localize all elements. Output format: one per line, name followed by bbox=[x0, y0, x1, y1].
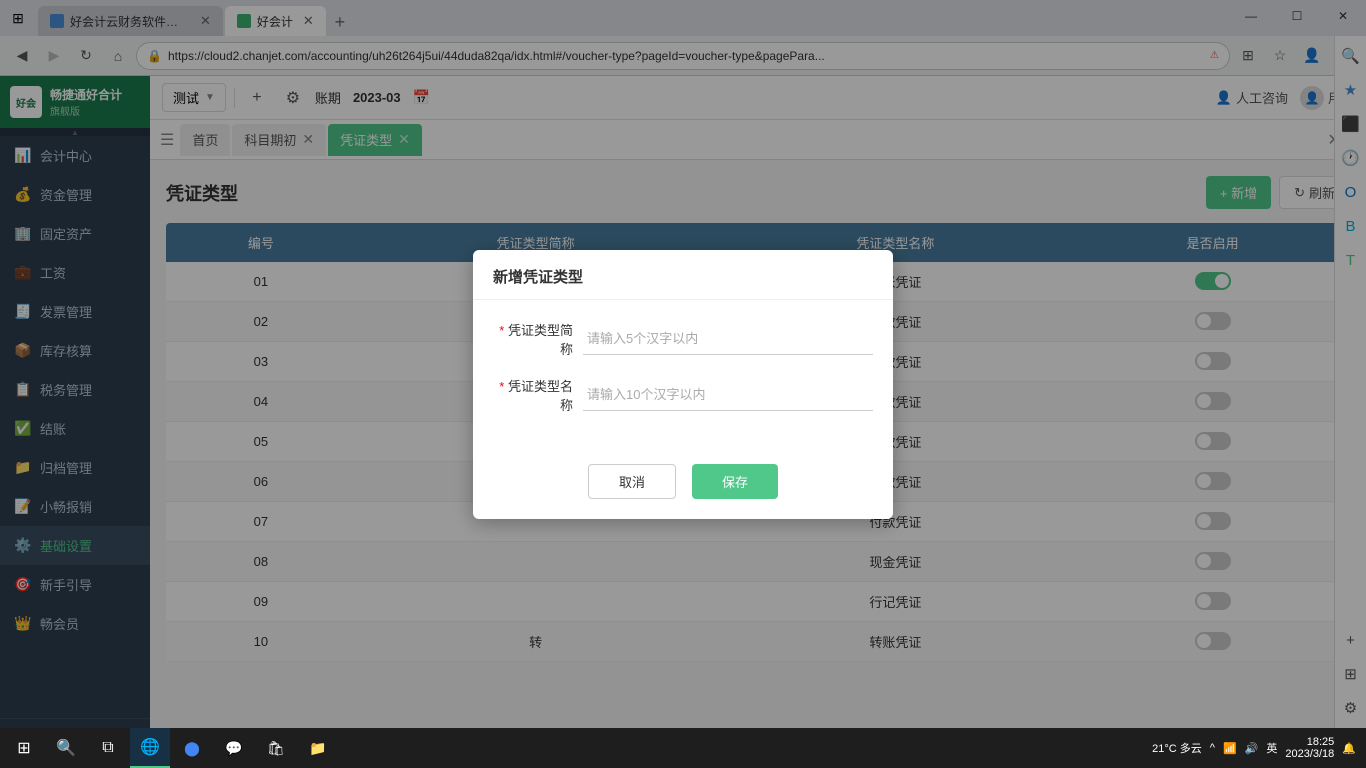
taskbar-left: ⊞ 🔍 ⧉ 🌐 ⬤ 💬 🛍 📁 bbox=[0, 728, 342, 768]
modal-footer: 取消 保存 bbox=[473, 452, 893, 519]
wechat-icon: 💬 bbox=[225, 740, 242, 757]
taskbar-arrow-icon: ^ bbox=[1210, 742, 1215, 754]
modal-overlay: 新增凭证类型 * 凭证类型简称 * 凭证类型名称 bbox=[0, 0, 1366, 768]
taskbar-date: 2023/3/18 bbox=[1285, 748, 1334, 760]
taskbar-weather: 21°C 多云 bbox=[1152, 740, 1202, 756]
required-mark-1: * bbox=[499, 323, 504, 338]
taskbar-app-edge[interactable]: 🌐 bbox=[130, 728, 170, 768]
save-button[interactable]: 保存 bbox=[692, 464, 778, 499]
taskbar-time-block[interactable]: 18:25 2023/3/18 bbox=[1285, 736, 1334, 760]
task-view-btn[interactable]: ⧉ bbox=[88, 728, 128, 768]
taskbar-files-icon[interactable]: 📁 bbox=[298, 728, 338, 768]
short-name-input[interactable] bbox=[583, 323, 873, 355]
full-name-label: * 凭证类型名称 bbox=[493, 376, 583, 414]
taskbar-chrome-icon[interactable]: ⬤ bbox=[172, 728, 212, 768]
taskbar-volume-icon: 🔊 bbox=[1245, 742, 1259, 755]
add-voucher-modal: 新增凭证类型 * 凭证类型简称 * 凭证类型名称 bbox=[473, 250, 893, 519]
short-name-label: * 凭证类型简称 bbox=[493, 320, 583, 358]
edge-icon: 🌐 bbox=[140, 737, 160, 757]
modal-body: * 凭证类型简称 * 凭证类型名称 bbox=[473, 300, 893, 452]
search-btn[interactable]: 🔍 bbox=[46, 728, 86, 768]
taskbar-notification-icon: 🔔 bbox=[1342, 742, 1356, 755]
chrome-icon: ⬤ bbox=[184, 740, 200, 757]
required-mark-2: * bbox=[499, 379, 504, 394]
files-icon: 📁 bbox=[309, 740, 326, 757]
store-icon: 🛍 bbox=[267, 740, 285, 757]
taskbar-wifi-icon: 📶 bbox=[1223, 742, 1237, 755]
start-btn[interactable]: ⊞ bbox=[4, 728, 44, 768]
short-name-row: * 凭证类型简称 bbox=[493, 320, 873, 358]
taskbar-wechat-icon[interactable]: 💬 bbox=[214, 728, 254, 768]
cancel-button[interactable]: 取消 bbox=[588, 464, 676, 499]
modal-title: 新增凭证类型 bbox=[473, 250, 893, 300]
taskbar: ⊞ 🔍 ⧉ 🌐 ⬤ 💬 🛍 📁 21°C 多云 ^ 📶 🔊 英 bbox=[0, 728, 1366, 768]
full-name-input[interactable] bbox=[583, 379, 873, 411]
taskbar-clock: 18:25 bbox=[1285, 736, 1334, 748]
taskbar-lang: 英 bbox=[1266, 740, 1277, 756]
taskbar-right: 21°C 多云 ^ 📶 🔊 英 18:25 2023/3/18 🔔 bbox=[1142, 736, 1366, 760]
taskbar-store-icon[interactable]: 🛍 bbox=[256, 728, 296, 768]
full-name-row: * 凭证类型名称 bbox=[493, 376, 873, 414]
